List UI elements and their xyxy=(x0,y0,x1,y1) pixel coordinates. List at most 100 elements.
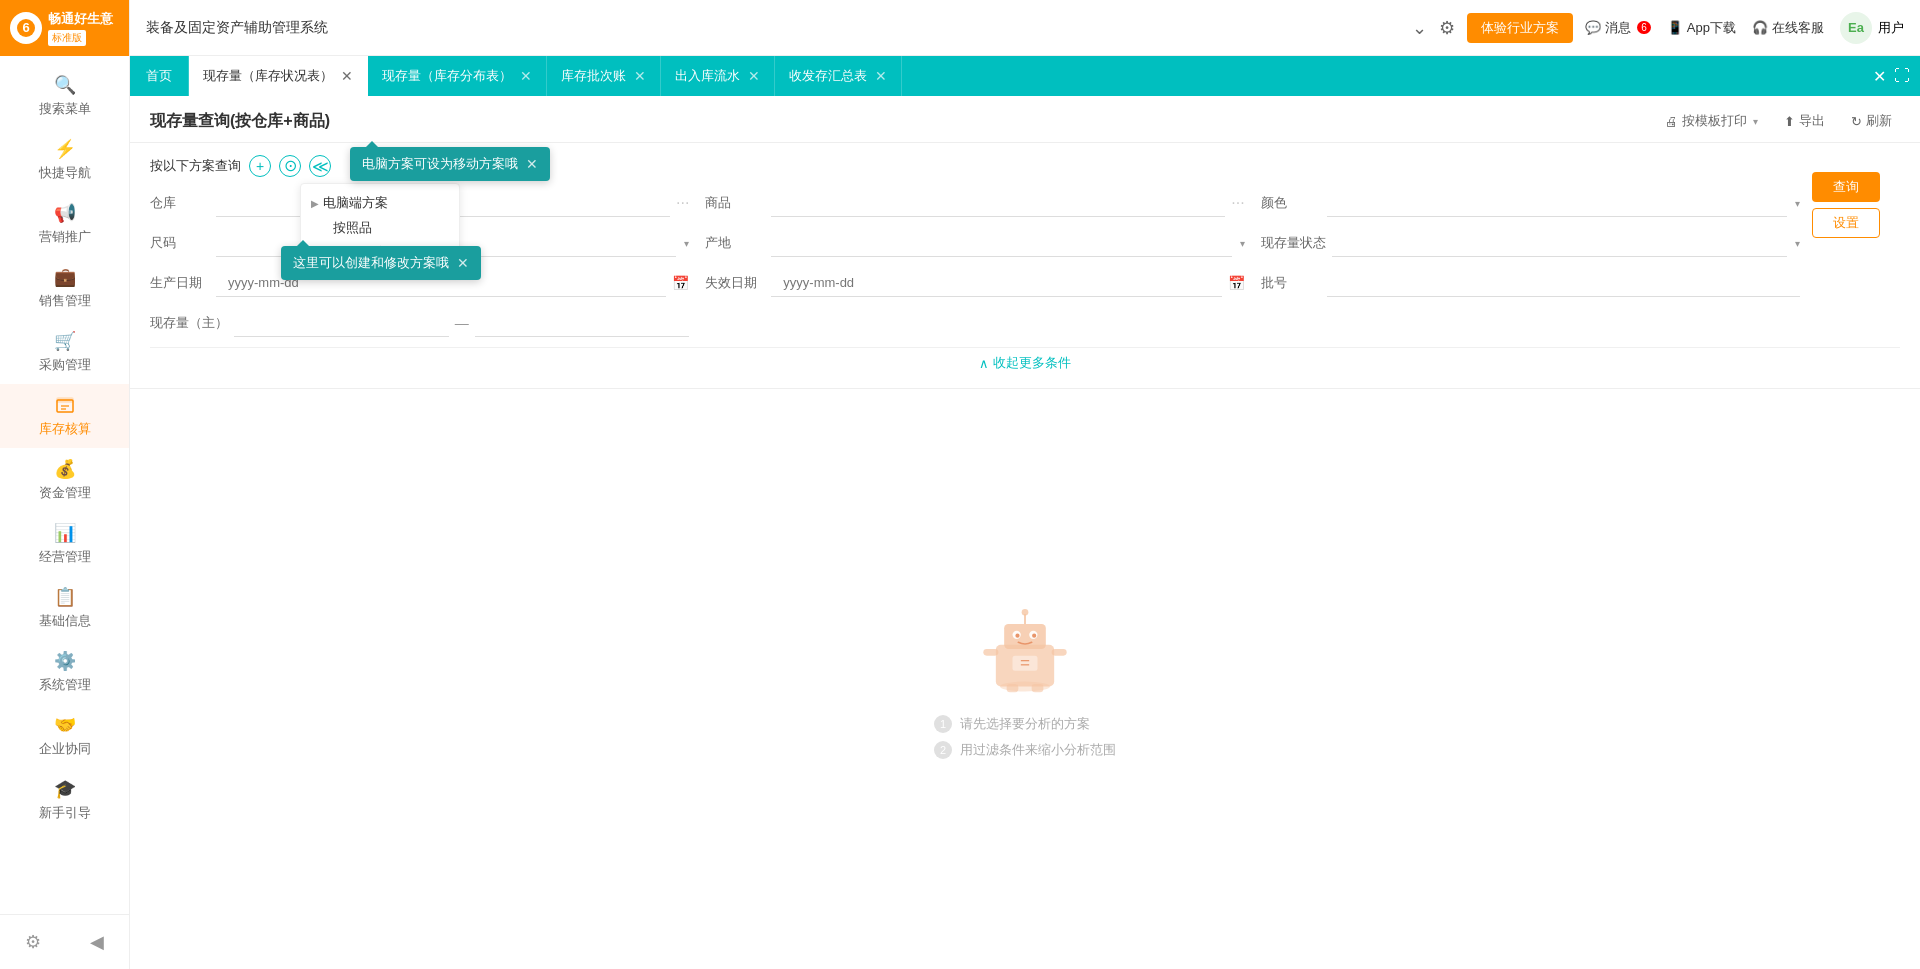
tooltip-1-close[interactable]: ✕ xyxy=(526,156,538,172)
fullscreen-icon[interactable]: ⛶ xyxy=(1894,67,1910,85)
content-area: 现存量查询(按仓库+商品) 🖨 按模板打印 ▾ ⬆ 导出 ↻ 刷新 xyxy=(130,96,1920,969)
desktop-scheme-item[interactable]: ▶ 电脑端方案 xyxy=(301,190,459,216)
sidebar-item-sales[interactable]: 💼 销售管理 xyxy=(0,256,129,320)
stock-dash: — xyxy=(455,315,469,331)
sidebar-item-purchase[interactable]: 🛒 采购管理 xyxy=(0,320,129,384)
production-date-calendar[interactable]: 📅 xyxy=(672,275,689,291)
filter-area-inner: 按以下方案查询 + ⊙ ≪ 电脑方案可设为移动方案哦 ✕ ▶ xyxy=(150,155,1900,376)
tab-close-3[interactable]: ✕ xyxy=(748,68,760,84)
app-download-item[interactable]: 📱 App下载 xyxy=(1667,19,1736,37)
svg-rect-3 xyxy=(57,398,73,402)
tab-close-1[interactable]: ✕ xyxy=(520,68,532,84)
sidebar-item-enterprise[interactable]: 🤝 企业协同 xyxy=(0,704,129,768)
tab-summary[interactable]: 收发存汇总表 ✕ xyxy=(775,56,902,96)
enterprise-icon: 🤝 xyxy=(54,714,76,736)
refresh-button[interactable]: ↻ 刷新 xyxy=(1843,108,1900,134)
tab-close-0[interactable]: ✕ xyxy=(341,68,353,84)
empty-hint-2: 2 用过滤条件来缩小分析范围 xyxy=(934,741,1116,759)
desktop-scheme-sub[interactable]: 按照品 xyxy=(325,216,459,240)
settings-icon[interactable]: ⚙ xyxy=(1439,17,1455,39)
stock-status-field: 现存量状态 ▾ xyxy=(1261,227,1800,259)
color-caret[interactable]: ▾ xyxy=(1795,198,1800,209)
sidebar-item-quicknav[interactable]: ⚡ 快捷导航 xyxy=(0,128,129,192)
print-button[interactable]: 🖨 按模板打印 ▾ xyxy=(1657,108,1766,134)
user-area[interactable]: Ea 用户 xyxy=(1840,12,1904,44)
sidebar-footer: ⚙ ◀ xyxy=(0,914,129,969)
expiry-date-calendar[interactable]: 📅 xyxy=(1228,275,1245,291)
sidebar-item-search[interactable]: 🔍 搜索菜单 xyxy=(0,64,129,128)
settings-bottom-icon[interactable]: ⚙ xyxy=(19,925,47,959)
logo-icon: 6 xyxy=(10,12,42,44)
tab-inout-flow[interactable]: 出入库流水 ✕ xyxy=(661,56,775,96)
svg-rect-17 xyxy=(1007,684,1019,692)
product-label: 商品 xyxy=(705,194,765,212)
expiry-date-wrap xyxy=(771,269,1221,297)
warehouse-label: 仓库 xyxy=(150,194,210,212)
sidebar-item-inventory[interactable]: 库存核算 xyxy=(0,384,129,448)
stock-amount-from-wrap xyxy=(234,309,449,337)
product-input[interactable] xyxy=(777,191,1219,214)
batch-input[interactable] xyxy=(1333,271,1794,294)
print-caret: ▾ xyxy=(1753,116,1758,127)
search-button[interactable]: 查询 xyxy=(1812,172,1880,202)
finance-icon: 💰 xyxy=(54,458,76,480)
collapse-sidebar-icon[interactable]: ◀ xyxy=(84,925,110,959)
sidebar-item-newbie[interactable]: 🎓 新手引导 xyxy=(0,768,129,832)
empty-hints: 1 请先选择要分析的方案 2 用过滤条件来缩小分析范围 xyxy=(934,715,1116,759)
expiry-date-input[interactable] xyxy=(777,271,1215,294)
add-scheme-button[interactable]: + xyxy=(249,155,271,177)
origin-field: 产地 ▾ xyxy=(705,227,1244,259)
tab-inventory-status[interactable]: 现存量（库存状况表） ✕ xyxy=(189,56,368,96)
sidebar-nav: 🔍 搜索菜单 ⚡ 快捷导航 📢 营销推广 💼 销售管理 🛒 采购管理 xyxy=(0,56,129,914)
expand-icon: ▶ xyxy=(311,198,319,209)
back-scheme-button[interactable]: ≪ xyxy=(309,155,331,177)
lightning-icon: ⚡ xyxy=(54,138,76,160)
warehouse-dots[interactable]: ··· xyxy=(676,194,689,212)
tooltip-2-close[interactable]: ✕ xyxy=(457,255,469,271)
notification-item[interactable]: 💬 消息 6 xyxy=(1585,19,1651,37)
stock-amount-to-input[interactable] xyxy=(481,311,684,334)
system-title: 装备及固定资产辅助管理系统 xyxy=(146,19,1400,37)
inventory-icon xyxy=(54,394,76,416)
stock-amount-from-input[interactable] xyxy=(240,311,443,334)
sidebar-item-finance[interactable]: 💰 资金管理 xyxy=(0,448,129,512)
product-dots[interactable]: ··· xyxy=(1231,194,1244,212)
size-caret[interactable]: ▾ xyxy=(684,238,689,249)
industry-plan-button[interactable]: 体验行业方案 xyxy=(1467,13,1573,43)
topbar-dropdown[interactable]: ⌄ xyxy=(1412,17,1427,39)
sidebar-item-marketing[interactable]: 📢 营销推广 xyxy=(0,192,129,256)
tab-inventory-dist[interactable]: 现存量（库存分布表） ✕ xyxy=(368,56,547,96)
sidebar-item-management[interactable]: 📊 经营管理 xyxy=(0,512,129,576)
online-service-item[interactable]: 🎧 在线客服 xyxy=(1752,19,1824,37)
tab-close-4[interactable]: ✕ xyxy=(875,68,887,84)
close-all-icon[interactable]: ✕ xyxy=(1873,67,1886,86)
origin-input[interactable] xyxy=(777,231,1225,254)
svg-point-12 xyxy=(1032,634,1036,638)
print-icon: 🖨 xyxy=(1665,114,1678,129)
empty-illustration xyxy=(975,599,1075,699)
newbie-icon: 🎓 xyxy=(54,778,76,800)
system-icon: ⚙️ xyxy=(54,650,76,672)
edit-scheme-button[interactable]: ⊙ xyxy=(279,155,301,177)
tab-close-2[interactable]: ✕ xyxy=(634,68,646,84)
color-input[interactable] xyxy=(1333,191,1781,214)
empty-hint-1: 1 请先选择要分析的方案 xyxy=(934,715,1116,733)
tab-home[interactable]: 首页 xyxy=(130,56,189,96)
tab-batch-account[interactable]: 库存批次账 ✕ xyxy=(547,56,661,96)
stock-status-input[interactable] xyxy=(1338,231,1781,254)
collapse-filter-button[interactable]: ∧ 收起更多条件 xyxy=(150,347,1900,376)
reset-button[interactable]: 设置 xyxy=(1812,208,1880,238)
search-btn-group: 查询 设置 xyxy=(1812,172,1880,238)
sidebar-item-base[interactable]: 📋 基础信息 xyxy=(0,576,129,640)
origin-caret[interactable]: ▾ xyxy=(1240,238,1245,249)
logo-text: 畅通好生意 标准版 xyxy=(48,10,113,46)
batch-input-wrap xyxy=(1327,269,1800,297)
stock-amount-label: 现存量（主） xyxy=(150,314,228,332)
sidebar-item-system[interactable]: ⚙️ 系统管理 xyxy=(0,640,129,704)
export-button[interactable]: ⬆ 导出 xyxy=(1776,108,1833,134)
stock-status-caret[interactable]: ▾ xyxy=(1795,238,1800,249)
stock-amount-field: 现存量（主） — xyxy=(150,307,689,339)
svg-rect-18 xyxy=(1032,684,1044,692)
marketing-icon: 📢 xyxy=(54,202,76,224)
page-title: 现存量查询(按仓库+商品) xyxy=(150,111,1657,132)
